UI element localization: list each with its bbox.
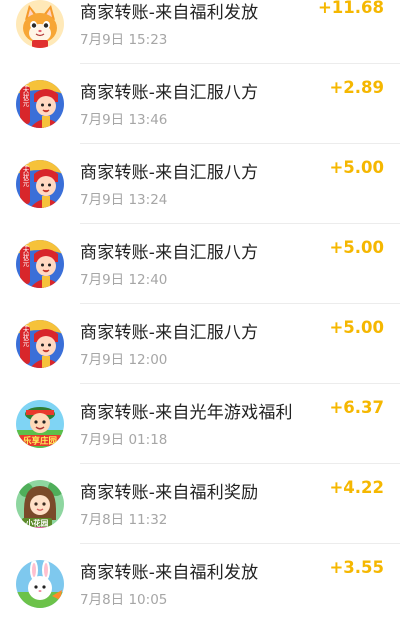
transaction-time: 7月8日 11:32 [80, 512, 168, 528]
transaction-time: 7月9日 13:46 [80, 112, 168, 128]
transaction-title: 商家转账-来自汇服八方 [80, 243, 259, 263]
transaction-title: 商家转账-来自福利发放 [80, 3, 259, 23]
hero-avatar-icon: 我是大状元 [16, 240, 64, 288]
transaction-time: 7月9日 12:40 [80, 272, 168, 288]
avatar-label: 我是大状元 [21, 80, 29, 107]
hero-avatar-icon: 我是大状元 [16, 80, 64, 128]
avatar-label: 我是大状元 [21, 160, 29, 187]
transaction-row[interactable]: 我是大状元 商家转账-来自汇服八方 7月9日 12:40 +5.00 [0, 224, 400, 304]
transaction-list: 商家转账-来自福利发放 7月9日 15:23 +11.68 我是大状元 商家转账… [0, 0, 400, 624]
transaction-row[interactable]: 商家转账-来自福利发放 7月9日 15:23 +11.68 [0, 0, 400, 64]
transaction-title: 商家转账-来自福利奖励 [80, 483, 259, 503]
transaction-title: 商家转账-来自光年游戏福利 [80, 403, 293, 423]
transaction-row[interactable]: 我是大状元 商家转账-来自汇服八方 7月9日 12:00 +5.00 [0, 304, 400, 384]
transaction-amount: +5.00 [329, 158, 384, 177]
transaction-amount: +5.00 [329, 318, 384, 337]
transaction-amount: +3.55 [329, 558, 384, 577]
transaction-title: 商家转账-来自汇服八方 [80, 83, 259, 103]
transaction-row[interactable]: 商家转账-来自福利发放 7月8日 10:05 +3.55 [0, 544, 400, 624]
girl-avatar-icon: 小花园 [16, 480, 64, 528]
transaction-time: 7月9日 12:00 [80, 352, 168, 368]
transaction-amount: +4.22 [329, 478, 384, 497]
transaction-title: 商家转账-来自福利发放 [80, 563, 259, 583]
cat-avatar-icon [16, 0, 64, 48]
transaction-time: 7月9日 15:23 [80, 32, 168, 48]
transaction-amount: +11.68 [317, 0, 384, 17]
transaction-row[interactable]: 我是大状元 商家转账-来自汇服八方 7月9日 13:24 +5.00 [0, 144, 400, 224]
transaction-title: 商家转账-来自汇服八方 [80, 323, 259, 343]
game-avatar-icon: 乐享庄园 [16, 400, 64, 448]
transaction-amount: +2.89 [329, 78, 384, 97]
avatar-label: 乐享庄园 [23, 436, 57, 447]
transaction-row[interactable]: 小花园 商家转账-来自福利奖励 7月8日 11:32 +4.22 [0, 464, 400, 544]
avatar-label: 我是大状元 [21, 320, 29, 347]
transaction-time: 7月8日 10:05 [80, 592, 168, 608]
transaction-row[interactable]: 乐享庄园 商家转账-来自光年游戏福利 7月9日 01:18 +6.37 [0, 384, 400, 464]
transaction-time: 7月9日 01:18 [80, 432, 168, 448]
transaction-time: 7月9日 13:24 [80, 192, 168, 208]
rabbit-avatar-icon [16, 560, 64, 608]
transaction-row[interactable]: 我是大状元 商家转账-来自汇服八方 7月9日 13:46 +2.89 [0, 64, 400, 144]
avatar-label: 我是大状元 [21, 240, 29, 267]
hero-avatar-icon: 我是大状元 [16, 320, 64, 368]
avatar-label: 小花园 [26, 518, 49, 528]
transaction-amount: +5.00 [329, 238, 384, 257]
transaction-title: 商家转账-来自汇服八方 [80, 163, 259, 183]
transaction-amount: +6.37 [329, 398, 384, 417]
hero-avatar-icon: 我是大状元 [16, 160, 64, 208]
